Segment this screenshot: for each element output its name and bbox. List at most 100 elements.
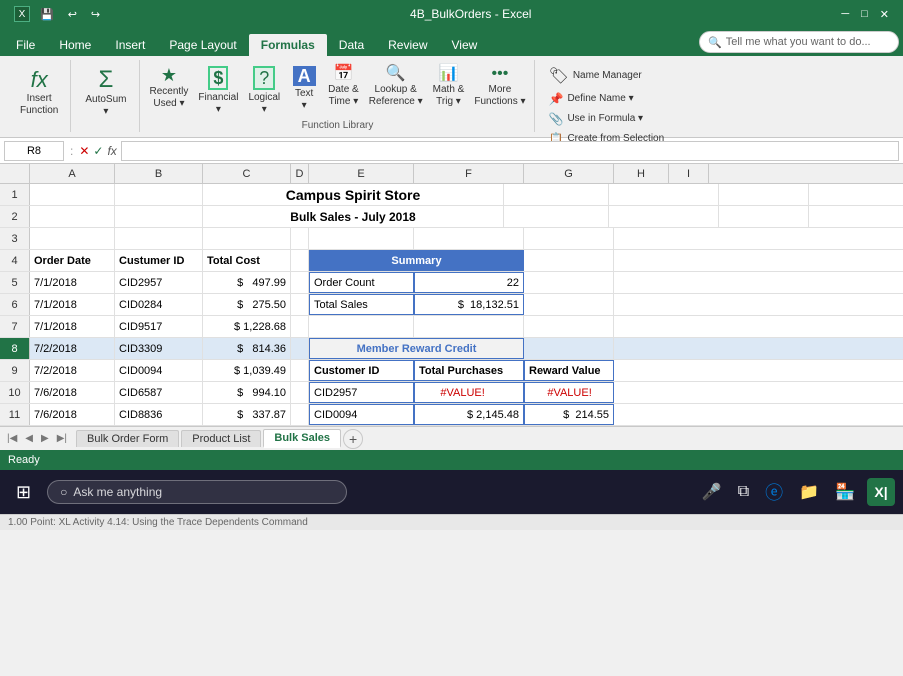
cell-c6[interactable]: $ 275.50 [203, 294, 291, 315]
tab-view[interactable]: View [440, 34, 490, 56]
cell-c2[interactable]: Bulk Sales - July 2018 [203, 206, 504, 227]
cell-d6[interactable] [291, 294, 309, 315]
define-name-btn[interactable]: 📌 Define Name ▾ [545, 90, 638, 108]
cell-a6[interactable]: 7/1/2018 [30, 294, 115, 315]
cell-e9[interactable]: Customer ID [309, 360, 414, 381]
logical-btn[interactable]: ? Logical▾ [244, 64, 284, 118]
sheet-nav-last[interactable]: ▶| [54, 432, 70, 445]
cell-f3[interactable] [414, 228, 524, 249]
cell-d3[interactable] [291, 228, 309, 249]
cell-b3[interactable] [115, 228, 203, 249]
row-header-8[interactable]: 8 [0, 338, 30, 359]
taskbar-files-icon[interactable]: 📁 [795, 478, 823, 506]
tab-page-layout[interactable]: Page Layout [157, 34, 248, 56]
row-header-7[interactable]: 7 [0, 316, 30, 337]
cell-g4[interactable] [524, 250, 614, 271]
col-header-b[interactable]: B [115, 164, 203, 183]
cell-d4[interactable] [291, 250, 309, 271]
cell-c7[interactable]: $ 1,228.68 [203, 316, 291, 337]
col-header-e[interactable]: E [309, 164, 414, 183]
cell-b9[interactable]: CID0094 [115, 360, 203, 381]
sheet-tab-bulk-sales[interactable]: Bulk Sales [263, 429, 341, 448]
cell-a8[interactable]: 7/2/2018 [30, 338, 115, 359]
cell-g2[interactable] [719, 206, 809, 227]
undo-btn[interactable]: ↩ [64, 7, 81, 22]
cell-a1[interactable] [30, 184, 115, 205]
sheet-tab-product-list[interactable]: Product List [181, 430, 261, 447]
cell-c5[interactable]: $ 497.99 [203, 272, 291, 293]
col-header-i[interactable]: I [669, 164, 709, 183]
col-header-d[interactable]: D [291, 164, 309, 183]
cell-b1[interactable] [115, 184, 203, 205]
start-button[interactable]: ⊞ [8, 478, 39, 507]
formula-input[interactable] [121, 141, 899, 161]
cell-g10[interactable]: #VALUE! [524, 382, 614, 403]
cell-c1[interactable]: Campus Spirit Store [203, 184, 504, 205]
cell-a10[interactable]: 7/6/2018 [30, 382, 115, 403]
tab-insert[interactable]: Insert [103, 34, 157, 56]
cell-a11[interactable]: 7/6/2018 [30, 404, 115, 425]
cell-e3[interactable] [309, 228, 414, 249]
row-header-10[interactable]: 10 [0, 382, 30, 403]
row-header-4[interactable]: 4 [0, 250, 30, 271]
tab-data[interactable]: Data [327, 34, 376, 56]
cell-e1[interactable] [504, 184, 609, 205]
col-header-g[interactable]: G [524, 164, 614, 183]
cell-c9[interactable]: $ 1,039.49 [203, 360, 291, 381]
cell-g7[interactable] [524, 316, 614, 337]
cell-c10[interactable]: $ 994.10 [203, 382, 291, 403]
cell-a7[interactable]: 7/1/2018 [30, 316, 115, 337]
date-time-btn[interactable]: 📅 Date &Time ▾ [324, 64, 363, 110]
taskbar-mic-icon[interactable]: 🎤 [698, 478, 726, 506]
sheet-tab-bulk-order-form[interactable]: Bulk Order Form [76, 430, 179, 447]
cell-d5[interactable] [291, 272, 309, 293]
more-functions-btn[interactable]: ••• MoreFunctions ▾ [470, 64, 529, 110]
taskbar-store-icon[interactable]: 🏪 [831, 478, 859, 506]
cell-e7[interactable] [309, 316, 414, 337]
tell-me-bar[interactable]: 🔍 Tell me what you want to do... [699, 31, 899, 53]
cell-e10[interactable]: CID2957 [309, 382, 414, 403]
cell-g11[interactable]: $ 214.55 [524, 404, 614, 425]
formula-icon[interactable]: fx [107, 144, 116, 158]
sheet-nav-first[interactable]: |◀ [4, 432, 20, 445]
cell-b6[interactable]: CID0284 [115, 294, 203, 315]
cell-b5[interactable]: CID2957 [115, 272, 203, 293]
cell-c3[interactable] [203, 228, 291, 249]
text-btn[interactable]: A Text▾ [286, 64, 322, 114]
cell-d10[interactable] [291, 382, 309, 403]
cell-f11[interactable]: $ 2,145.48 [414, 404, 524, 425]
name-manager-btn[interactable]: 🏷 Name Manager [545, 64, 646, 88]
sheet-nav-prev[interactable]: ◀ [22, 432, 36, 445]
cell-g3[interactable] [524, 228, 614, 249]
row-header-11[interactable]: 11 [0, 404, 30, 425]
cell-c11[interactable]: $ 337.87 [203, 404, 291, 425]
cancel-icon[interactable]: ✕ [79, 144, 89, 158]
cell-f9[interactable]: Total Purchases [414, 360, 524, 381]
insert-function-btn[interactable]: fx InsertFunction [16, 64, 62, 122]
cell-g9[interactable]: Reward Value [524, 360, 614, 381]
row-header-1[interactable]: 1 [0, 184, 30, 205]
recently-used-btn[interactable]: ★ RecentlyUsed ▾ [146, 64, 193, 112]
col-header-f[interactable]: F [414, 164, 524, 183]
cell-a3[interactable] [30, 228, 115, 249]
tab-file[interactable]: File [4, 34, 47, 56]
cell-a9[interactable]: 7/2/2018 [30, 360, 115, 381]
cell-d9[interactable] [291, 360, 309, 381]
cell-e11[interactable]: CID0094 [309, 404, 414, 425]
cell-g1[interactable] [719, 184, 809, 205]
cell-f7[interactable] [414, 316, 524, 337]
cell-e2[interactable] [504, 206, 609, 227]
cell-f5[interactable]: 22 [414, 272, 524, 293]
cell-a2[interactable] [30, 206, 115, 227]
save-btn[interactable]: 💾 [36, 7, 58, 22]
cell-a5[interactable]: 7/1/2018 [30, 272, 115, 293]
cell-e5[interactable]: Order Count [309, 272, 414, 293]
cell-e6[interactable]: Total Sales [309, 294, 414, 315]
row-header-5[interactable]: 5 [0, 272, 30, 293]
taskbar-edge-icon[interactable]: ⓔ [761, 475, 787, 509]
maximize-btn[interactable]: □ [857, 7, 872, 22]
cell-c8[interactable]: $ 814.36 [203, 338, 291, 359]
cell-g6[interactable] [524, 294, 614, 315]
cell-b8[interactable]: CID3309 [115, 338, 203, 359]
row-header-6[interactable]: 6 [0, 294, 30, 315]
